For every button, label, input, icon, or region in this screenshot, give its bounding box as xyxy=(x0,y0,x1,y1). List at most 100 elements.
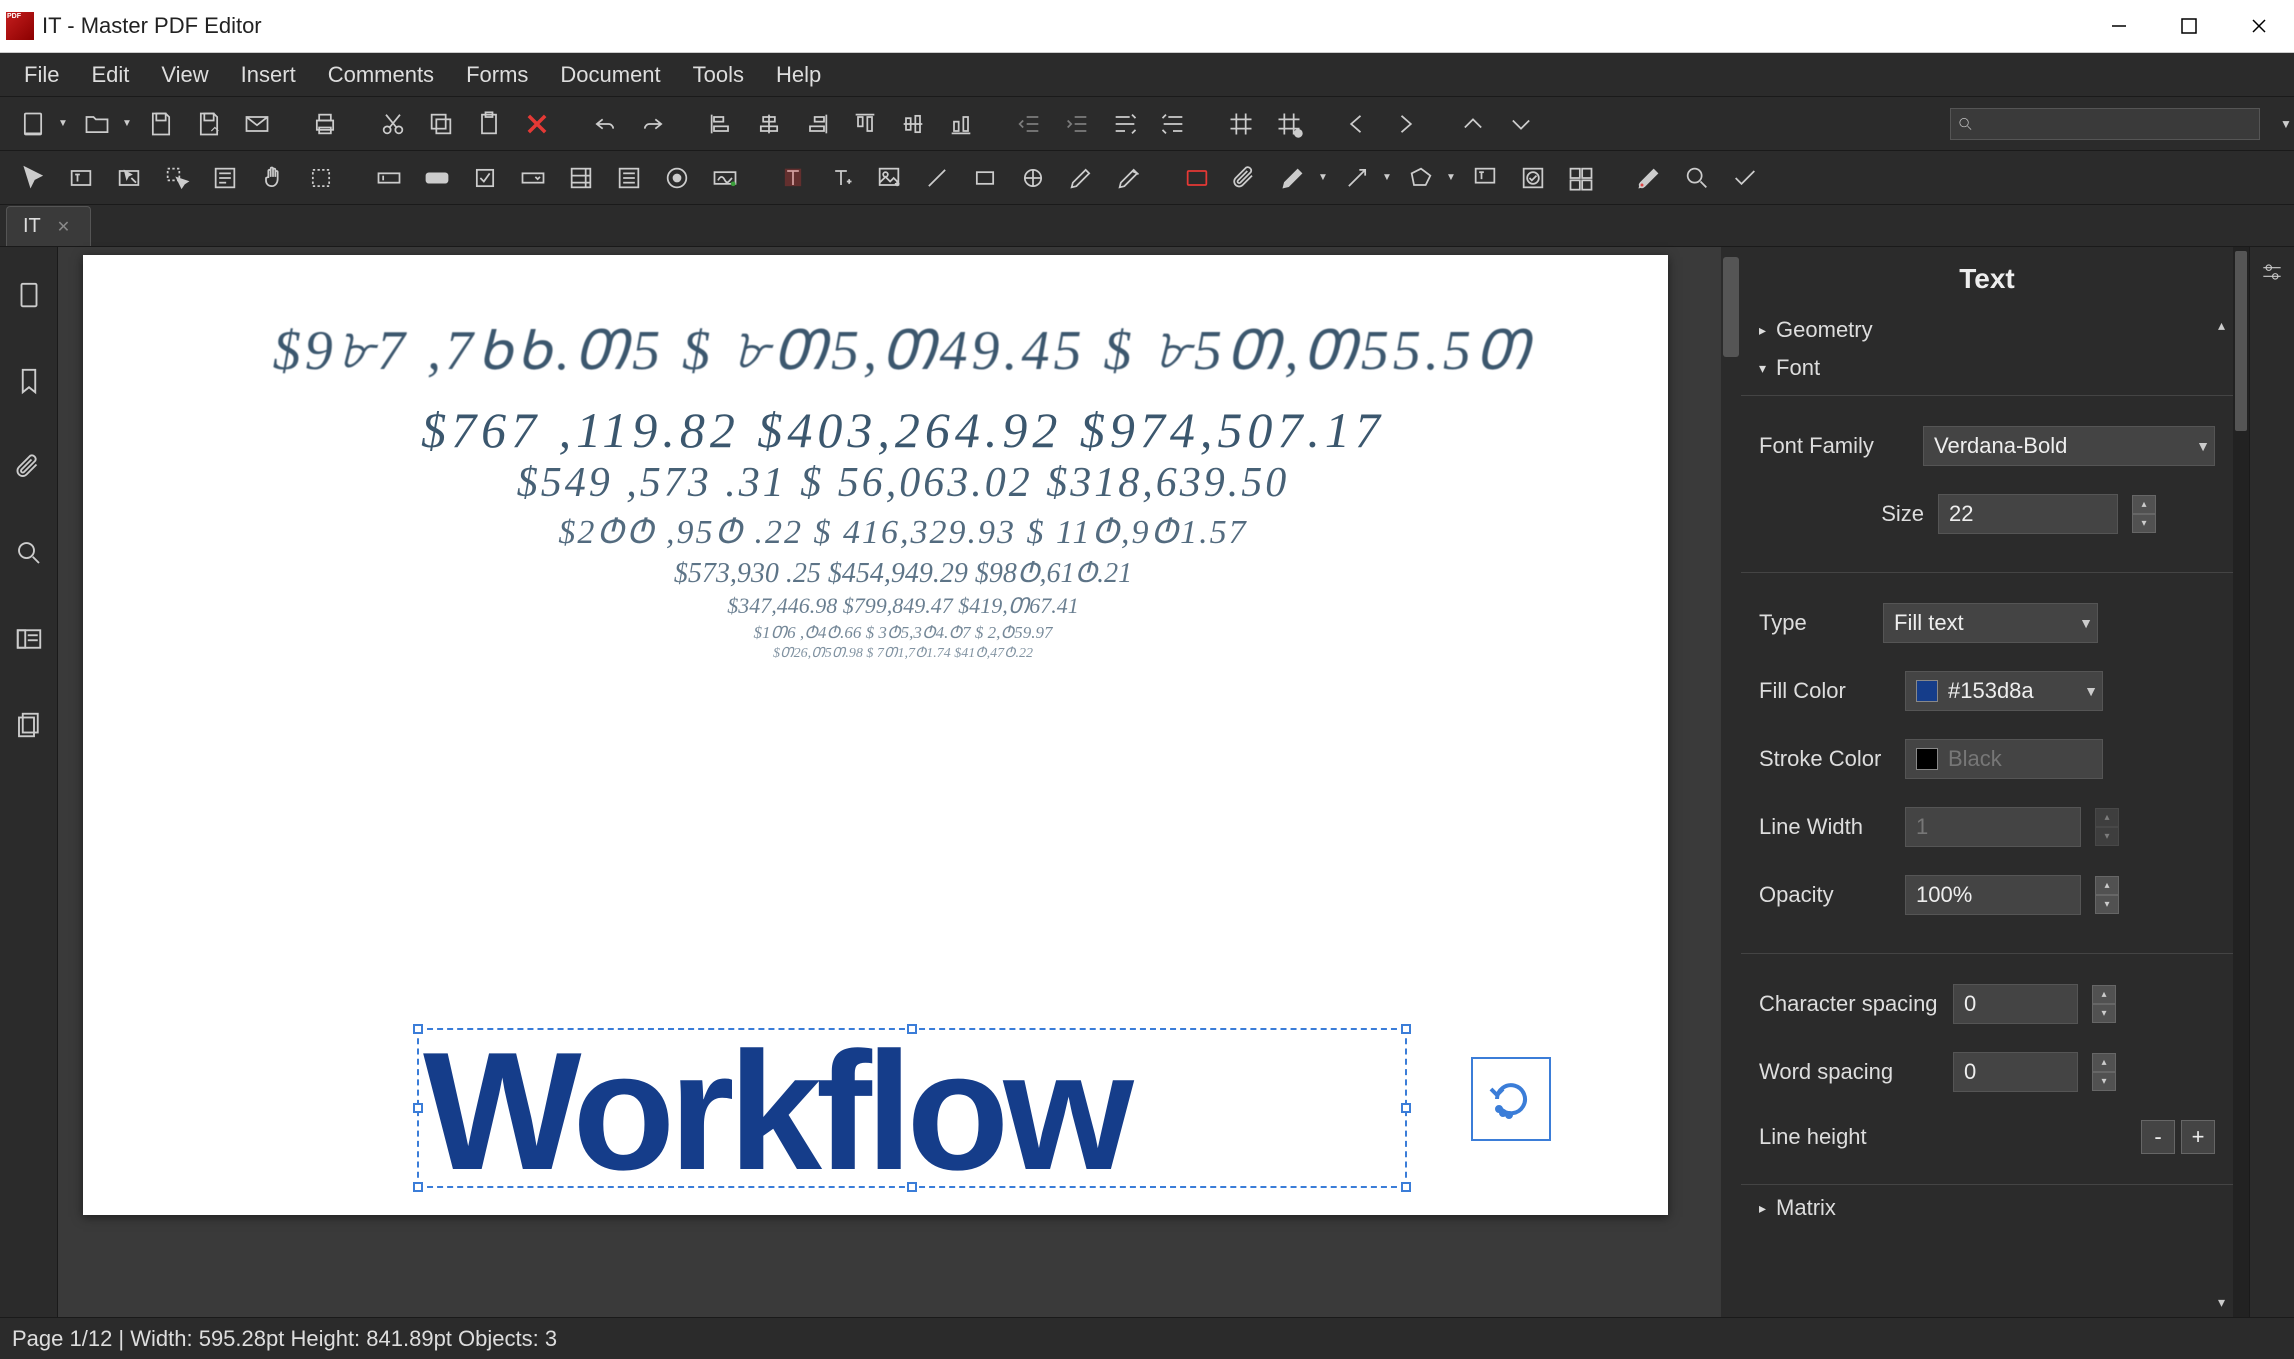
search-box[interactable] xyxy=(1950,108,2260,140)
text-optimization[interactable]: Optimization xyxy=(363,1195,1222,1215)
prev-page-button[interactable] xyxy=(1336,103,1378,145)
align-right-button[interactable] xyxy=(796,103,838,145)
menu-file[interactable]: File xyxy=(8,54,75,96)
selection-handle-ml[interactable] xyxy=(413,1103,423,1113)
panel-scrollbar-thumb[interactable] xyxy=(2235,251,2247,431)
size-spinner[interactable]: ▴▾ xyxy=(2132,495,2156,533)
selection-handle-tl[interactable] xyxy=(413,1024,423,1034)
matrix-section-header[interactable]: ▸ Matrix ▾ xyxy=(1741,1184,2233,1227)
signature-field-button[interactable] xyxy=(704,157,746,199)
grid-button[interactable] xyxy=(1220,103,1262,145)
size-input[interactable]: 22 xyxy=(1938,494,2118,534)
distribute-h-button[interactable] xyxy=(1104,103,1146,145)
arrow-dropdown[interactable]: ▼ xyxy=(1380,172,1394,183)
line-height-increase-button[interactable]: + xyxy=(2181,1120,2215,1154)
selection-handle-tr[interactable] xyxy=(1401,1024,1411,1034)
decrease-indent-button[interactable] xyxy=(1008,103,1050,145)
canvas-scrollbar[interactable] xyxy=(1721,247,1741,1317)
menu-edit[interactable]: Edit xyxy=(75,54,145,96)
align-center-h-button[interactable] xyxy=(748,103,790,145)
pencil-tool-button[interactable] xyxy=(1060,157,1102,199)
bookmarks-panel-button[interactable] xyxy=(11,363,47,399)
align-top-button[interactable] xyxy=(844,103,886,145)
edit-document-button[interactable] xyxy=(204,157,246,199)
paste-button[interactable] xyxy=(468,103,510,145)
selection-handle-br[interactable] xyxy=(1401,1182,1411,1192)
menu-help[interactable]: Help xyxy=(760,54,837,96)
checkbox-field-button[interactable] xyxy=(464,157,506,199)
increase-indent-button[interactable] xyxy=(1056,103,1098,145)
open-dropdown[interactable]: ▼ xyxy=(120,118,134,129)
undo-button[interactable] xyxy=(584,103,626,145)
panel-expand-icon[interactable]: ▾ xyxy=(2218,1294,2225,1311)
new-document-button[interactable] xyxy=(12,103,54,145)
collapse-up-button[interactable] xyxy=(1452,103,1494,145)
pointer-tool-button[interactable] xyxy=(12,157,54,199)
layers-panel-button[interactable] xyxy=(11,707,47,743)
word-spacing-spinner[interactable]: ▴▾ xyxy=(2092,1053,2116,1091)
save-as-button[interactable] xyxy=(188,103,230,145)
fill-color-picker[interactable]: #153d8a▼ xyxy=(1905,671,2103,711)
search-dropdown[interactable]: ▼ xyxy=(2278,117,2294,131)
selection-box[interactable] xyxy=(417,1028,1407,1188)
font-section-header[interactable]: ▾ Font xyxy=(1741,349,2233,387)
selection-handle-mr[interactable] xyxy=(1401,1103,1411,1113)
redo-button[interactable] xyxy=(632,103,674,145)
email-button[interactable] xyxy=(236,103,278,145)
opacity-input[interactable]: 100% xyxy=(1905,875,2081,915)
cut-button[interactable] xyxy=(372,103,414,145)
print-button[interactable] xyxy=(304,103,346,145)
distribute-v-button[interactable] xyxy=(1152,103,1194,145)
arrow-annotation-button[interactable] xyxy=(1336,157,1378,199)
list-field-button[interactable] xyxy=(560,157,602,199)
hand-tool-button[interactable] xyxy=(252,157,294,199)
highlighter-dropdown[interactable]: ▼ xyxy=(1316,172,1330,183)
next-page-button[interactable] xyxy=(1384,103,1426,145)
opacity-spinner[interactable]: ▴▾ xyxy=(2095,876,2119,914)
settings-sliders-icon[interactable] xyxy=(2259,259,2285,290)
align-center-v-button[interactable] xyxy=(892,103,934,145)
line-tool-button[interactable] xyxy=(916,157,958,199)
char-spacing-spinner[interactable]: ▴▾ xyxy=(2092,985,2116,1023)
pages-panel-button[interactable] xyxy=(11,277,47,313)
callout-button[interactable] xyxy=(1464,157,1506,199)
selection-handle-tm[interactable] xyxy=(907,1024,917,1034)
polygon-dropdown[interactable]: ▼ xyxy=(1444,172,1458,183)
menu-view[interactable]: View xyxy=(145,54,224,96)
attachment-button[interactable] xyxy=(1224,157,1266,199)
pdf-page[interactable]: $9৮7 ,7ᲮᲮ.Თ5 $ ৮Თ5,Თ49.45 $ ৮5Თ,Თ55.5Თ $… xyxy=(83,255,1668,1215)
polygon-annotation-button[interactable] xyxy=(1400,157,1442,199)
initials-button[interactable] xyxy=(1560,157,1602,199)
stamp-button[interactable] xyxy=(1512,157,1554,199)
panel-collapse-icon[interactable]: ▴ xyxy=(2218,317,2225,334)
collapse-down-button[interactable] xyxy=(1500,103,1542,145)
selection-handle-bl[interactable] xyxy=(413,1182,423,1192)
menu-tools[interactable]: Tools xyxy=(677,54,760,96)
insert-image-button[interactable] xyxy=(868,157,910,199)
listbox-field-button[interactable] xyxy=(608,157,650,199)
select-tool-button[interactable] xyxy=(156,157,198,199)
word-spacing-input[interactable]: 0 xyxy=(1953,1052,2078,1092)
align-left-button[interactable] xyxy=(700,103,742,145)
align-bottom-button[interactable] xyxy=(940,103,982,145)
validate-button[interactable] xyxy=(1724,157,1766,199)
menu-comments[interactable]: Comments xyxy=(312,54,450,96)
rotate-handle-button[interactable] xyxy=(1471,1057,1551,1141)
highlight-text-button[interactable] xyxy=(772,157,814,199)
combo-field-button[interactable] xyxy=(512,157,554,199)
line-height-decrease-button[interactable]: - xyxy=(2141,1120,2175,1154)
close-tab-icon[interactable]: ✕ xyxy=(57,217,70,237)
document-tab-active[interactable]: IT ✕ xyxy=(6,206,91,246)
char-spacing-input[interactable]: 0 xyxy=(1953,984,2078,1024)
attachments-panel-button[interactable] xyxy=(11,449,47,485)
text-field-button[interactable] xyxy=(368,157,410,199)
geometry-section-header[interactable]: ▸ Geometry ▴ xyxy=(1741,311,2233,349)
highlighter-button[interactable] xyxy=(1272,157,1314,199)
find-replace-button[interactable] xyxy=(1676,157,1718,199)
button-field-button[interactable] xyxy=(416,157,458,199)
panel-scrollbar[interactable] xyxy=(2233,247,2249,1317)
radio-field-button[interactable] xyxy=(656,157,698,199)
new-document-dropdown[interactable]: ▼ xyxy=(56,118,70,129)
selection-tool-button[interactable] xyxy=(300,157,342,199)
scrollbar-thumb[interactable] xyxy=(1723,257,1739,357)
